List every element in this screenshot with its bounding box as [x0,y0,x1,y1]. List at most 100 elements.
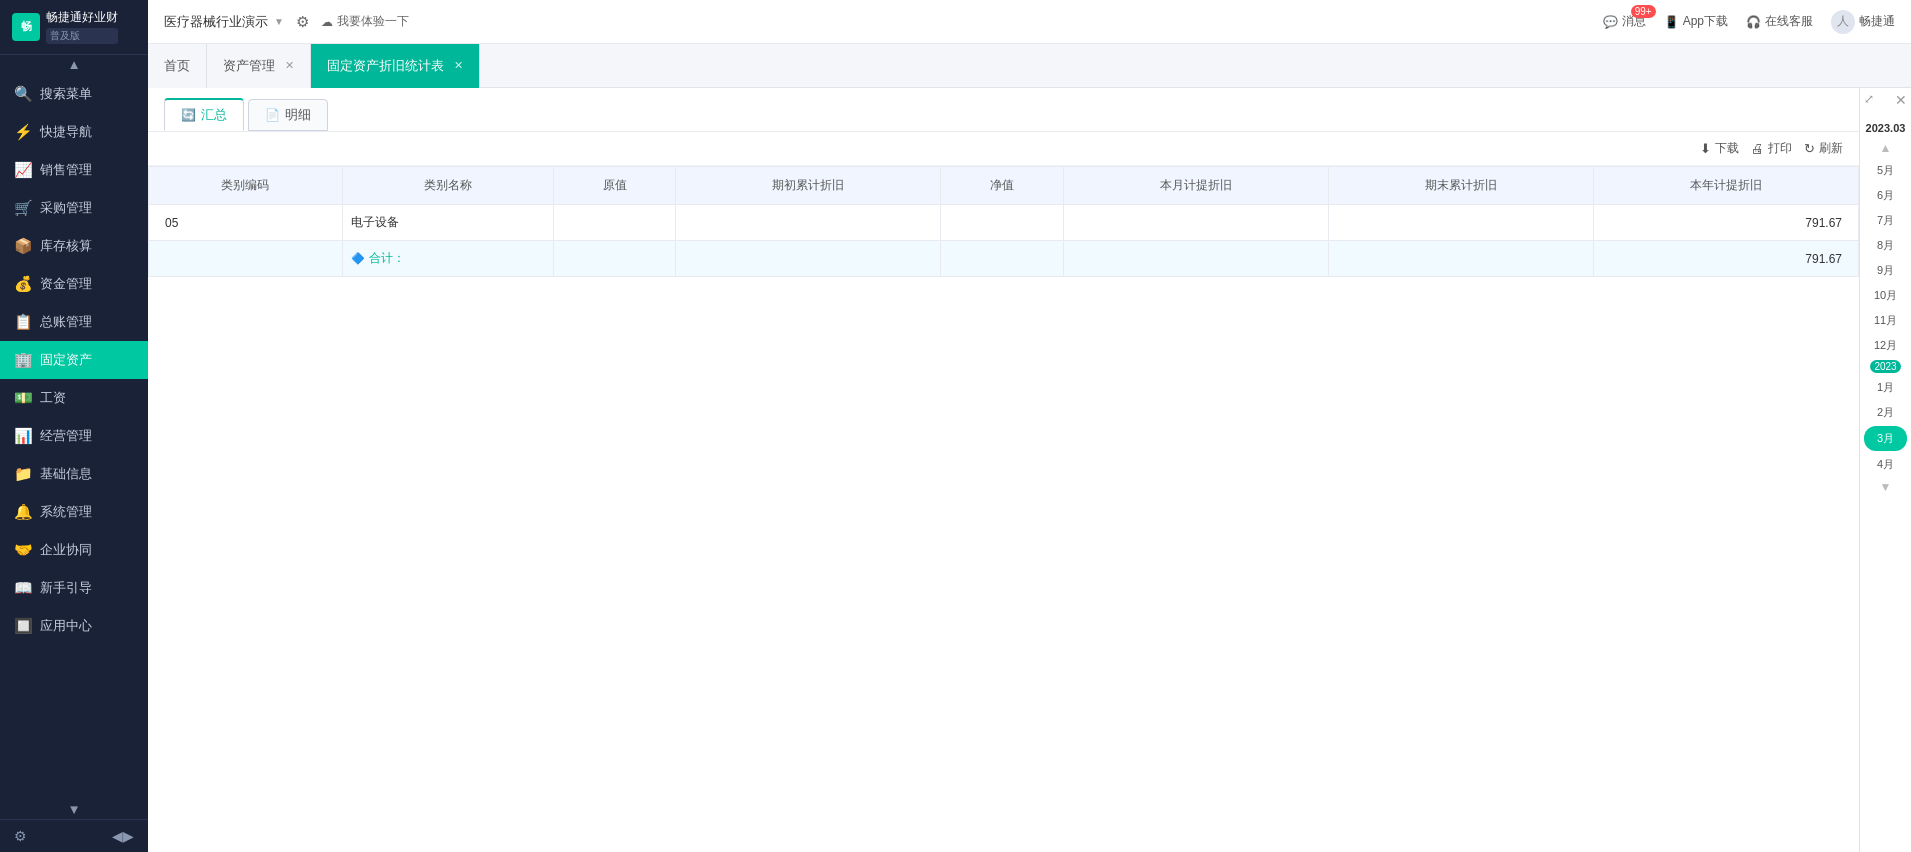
cell-end-accum [1328,205,1593,241]
ledger-icon: 📋 [14,313,32,331]
table-header-row: 类别编码 类别名称 原值 期初累计折旧 净值 本月计提折旧 期末累计折旧 本年计… [149,167,1859,205]
sidebar-item-purchase[interactable]: 🛒 采购管理 [0,189,148,227]
sum-icon: 🔷 [351,252,365,265]
panel-expand-icon[interactable]: ⤢ [1864,92,1874,106]
sub-tab-summary[interactable]: 🔄 汇总 [164,98,244,131]
sidebar-item-payroll[interactable]: 💵 工资 [0,379,148,417]
tabs-bar: 首页 资产管理 ✕ 固定资产折旧统计表 ✕ [148,44,1911,88]
company-selector[interactable]: 医疗器械行业演示 ▼ [164,13,284,31]
sales-icon: 📈 [14,161,32,179]
sidebar-item-label: 搜索菜单 [40,85,92,103]
col-annual: 本年计提折旧 [1593,167,1858,205]
sidebar-scroll-down[interactable]: ▼ [0,799,148,819]
sidebar-item-label: 资金管理 [40,275,92,293]
col-initial-accum: 期初累计折旧 [676,167,941,205]
month-item-5[interactable]: 5月 [1860,158,1911,183]
collapse-sidebar-icon[interactable]: ◀▶ [112,828,134,844]
month-item-4[interactable]: 4月 [1860,452,1911,477]
col-code: 类别编码 [149,167,343,205]
sidebar-item-label: 应用中心 [40,617,92,635]
month-item-2[interactable]: 2月 [1860,400,1911,425]
year-2023-tag: 2023 [1870,360,1900,373]
app-center-icon: 🔲 [14,617,32,635]
sidebar-item-quick-nav[interactable]: ⚡ 快捷导航 [0,113,148,151]
month-item-6[interactable]: 6月 [1860,183,1911,208]
tab-depreciation[interactable]: 固定资产折旧统计表 ✕ [311,44,480,88]
headset-icon: 🎧 [1746,15,1761,29]
logo-name: 畅捷通好业财 [46,10,118,26]
nav-up-icon[interactable]: ▲ [1860,138,1911,158]
sidebar-logo: 畅 畅捷通好业财 普及版 [0,0,148,55]
detail-icon: 📄 [265,108,280,122]
month-item-12[interactable]: 12月 [1860,333,1911,358]
tab-asset-mgmt-close[interactable]: ✕ [285,59,294,72]
refresh-icon: ↻ [1804,141,1815,156]
month-item-10[interactable]: 10月 [1860,283,1911,308]
cell-initial-accum [676,205,941,241]
settings-icon[interactable]: ⚙ [14,828,27,844]
system-icon: 🔔 [14,503,32,521]
sidebar-item-search[interactable]: 🔍 搜索菜单 [0,75,148,113]
download-icon: ⬇ [1700,141,1711,156]
quick-nav-icon: ⚡ [14,123,32,141]
cell-name: 电子设备 [342,205,554,241]
sidebar-scroll-up[interactable]: ▲ [0,55,148,75]
sidebar-item-enterprise[interactable]: 🤝 企业协同 [0,531,148,569]
download-button[interactable]: ⬇ 下载 [1700,140,1739,157]
right-panel: ✕ ⤢ 2023.03 ▲ 5月 6月 7月 8月 9月 10月 11月 12月… [1859,88,1911,852]
month-item-1[interactable]: 1月 [1860,375,1911,400]
sidebar-item-capital[interactable]: 💰 资金管理 [0,265,148,303]
payroll-icon: 💵 [14,389,32,407]
settings-icon[interactable]: ⚙ [296,13,309,31]
sidebar-item-fixed-assets[interactable]: 🏢 固定资产 [0,341,148,379]
month-item-9[interactable]: 9月 [1860,258,1911,283]
tab-depreciation-close[interactable]: ✕ [454,59,463,72]
col-name: 类别名称 [342,167,554,205]
message-badge: 99+ [1631,5,1656,18]
cell-code: 05 [149,205,343,241]
chevron-down-icon: ▼ [274,16,284,27]
app-download-button[interactable]: 📱 App下载 [1664,13,1728,30]
col-net: 净值 [941,167,1063,205]
month-item-8[interactable]: 8月 [1860,233,1911,258]
sidebar-item-sales[interactable]: 📈 销售管理 [0,151,148,189]
sub-tab-detail[interactable]: 📄 明细 [248,99,328,131]
col-monthly: 本月计提折旧 [1063,167,1328,205]
nav-down-icon[interactable]: ▼ [1860,477,1911,497]
refresh-button[interactable]: ↻ 刷新 [1804,140,1843,157]
sidebar: 畅 畅捷通好业财 普及版 ▲ 🔍 搜索菜单 ⚡ 快捷导航 📈 销售管理 🛒 采购… [0,0,148,852]
sum-end-accum [1328,241,1593,277]
year-header: 2023.03 [1860,118,1911,138]
sidebar-item-ledger[interactable]: 📋 总账管理 [0,303,148,341]
online-service-button[interactable]: 🎧 在线客服 [1746,13,1813,30]
sidebar-item-label: 销售管理 [40,161,92,179]
sum-label: 🔷 合计： [342,241,554,277]
print-button[interactable]: 🖨 打印 [1751,140,1792,157]
sidebar-item-label: 采购管理 [40,199,92,217]
sidebar-item-app-center[interactable]: 🔲 应用中心 [0,607,148,645]
sidebar-item-system[interactable]: 🔔 系统管理 [0,493,148,531]
sidebar-item-guide[interactable]: 📖 新手引导 [0,569,148,607]
month-item-11[interactable]: 11月 [1860,308,1911,333]
panel-close-icon[interactable]: ✕ [1895,92,1907,108]
tab-home-label: 首页 [164,57,190,75]
sidebar-item-inventory[interactable]: 📦 库存核算 [0,227,148,265]
logo-badge: 普及版 [46,28,118,44]
sum-initial-accum [676,241,941,277]
tab-asset-mgmt[interactable]: 资产管理 ✕ [207,44,311,88]
tab-home[interactable]: 首页 [148,44,207,88]
capital-icon: 💰 [14,275,32,293]
company-name: 医疗器械行业演示 [164,13,268,31]
sidebar-item-operation[interactable]: 📊 经营管理 [0,417,148,455]
search-icon: 🔍 [14,85,32,103]
col-end-accum: 期末累计折旧 [1328,167,1593,205]
sidebar-menu: 🔍 搜索菜单 ⚡ 快捷导航 📈 销售管理 🛒 采购管理 📦 库存核算 💰 资金管… [0,75,148,799]
message-button[interactable]: 💬 消息 99+ [1603,13,1646,30]
experience-button[interactable]: ☁ 我要体验一下 [321,13,409,30]
month-item-7[interactable]: 7月 [1860,208,1911,233]
sidebar-item-basic-info[interactable]: 📁 基础信息 [0,455,148,493]
tab-asset-mgmt-label: 资产管理 [223,57,275,75]
year-month-list: 2023.03 ▲ 5月 6月 7月 8月 9月 10月 11月 12月 202… [1860,88,1911,852]
month-item-3-active[interactable]: 3月 [1864,426,1907,451]
fixed-assets-icon: 🏢 [14,351,32,369]
